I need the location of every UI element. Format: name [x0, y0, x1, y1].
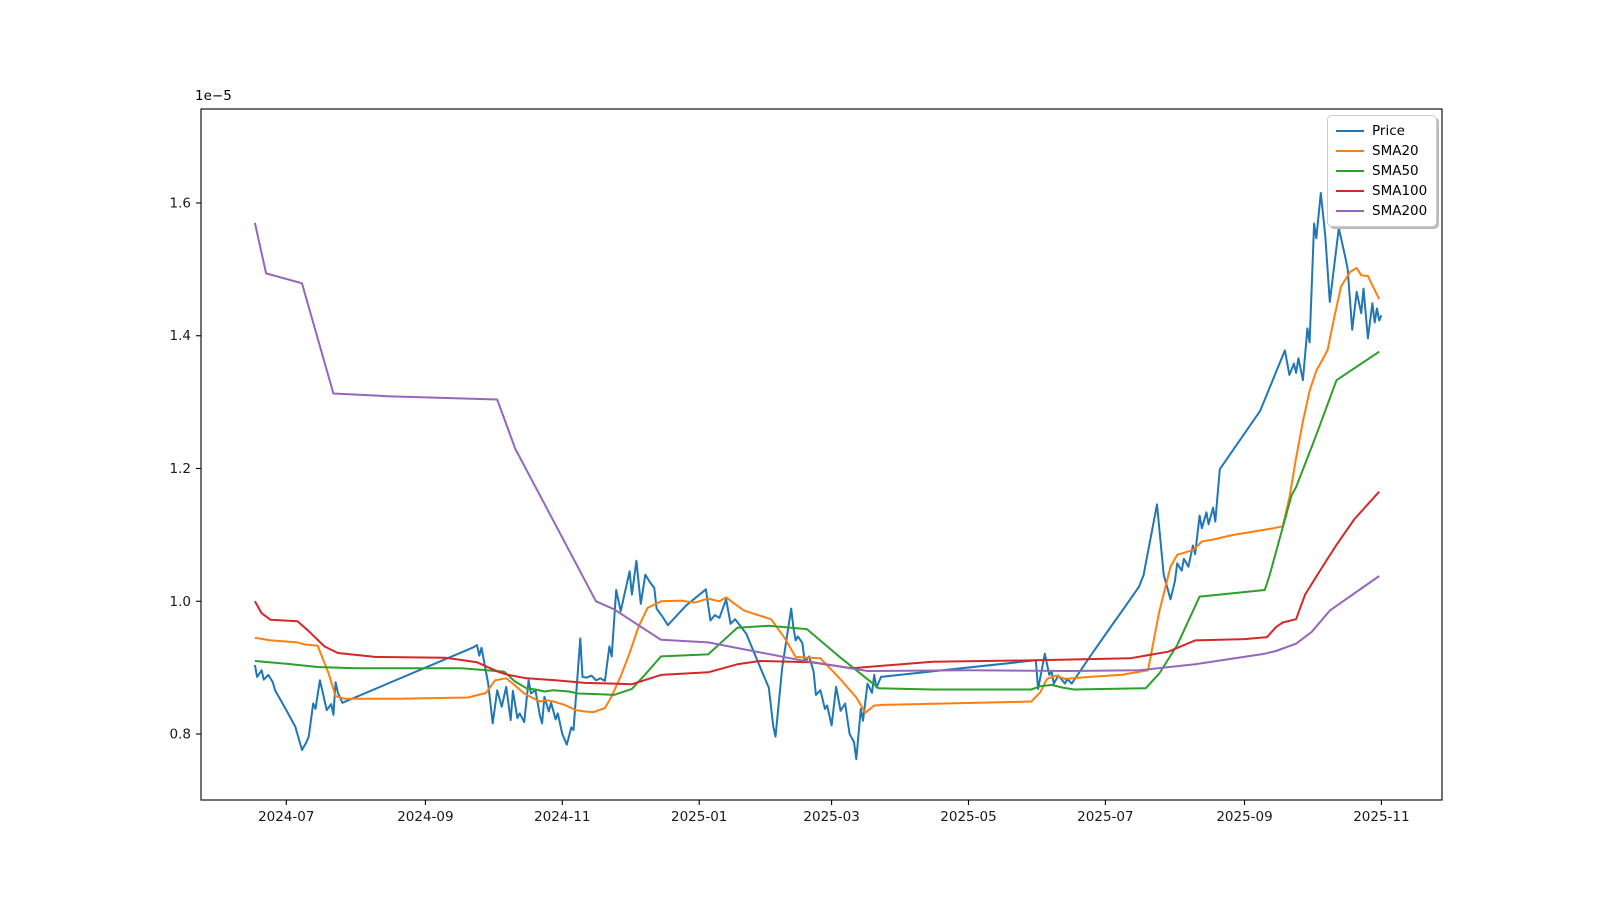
sma200-line [253, 222, 1380, 672]
x-tick-label: 2024-07 [258, 809, 314, 825]
y-tick-label: 1.2 [170, 461, 191, 477]
y-tick-label: 1.4 [170, 328, 191, 344]
x-tick-label: 2025-09 [1216, 809, 1272, 825]
sma20-line [254, 267, 1381, 714]
legend-entry-sma20: SMA20 [1336, 141, 1427, 161]
y-tick-label: 1.0 [170, 594, 191, 610]
legend-entry-price: Price [1336, 121, 1427, 141]
x-tick-label: 2025-03 [803, 809, 859, 825]
chart-figure: 2024-07 2024-09 2024-11 2025-01 2025-03 2025-… [0, 0, 1600, 900]
y-tick-label: 1.6 [170, 195, 191, 211]
sma50-line [254, 350, 1380, 696]
legend-line-sample-sma200 [1336, 210, 1364, 212]
legend-entry-sma50: SMA50 [1336, 161, 1427, 181]
legend-entry-sma100: SMA100 [1336, 181, 1427, 201]
x-tick-label: 2025-11 [1353, 809, 1409, 825]
legend-line-sample-sma20 [1336, 150, 1364, 152]
x-tick-label: 2024-11 [534, 809, 590, 825]
legend-line-sample-sma50 [1336, 170, 1364, 172]
legend-line-sample-price [1336, 130, 1364, 132]
x-tick-label: 2024-09 [397, 809, 453, 825]
y-axis-offset-label: 1e−5 [195, 88, 232, 104]
price-line [253, 192, 1383, 761]
legend-label: SMA100 [1372, 183, 1428, 199]
legend-label: SMA200 [1372, 203, 1428, 219]
legend-label: SMA20 [1372, 143, 1419, 159]
x-tick-label: 2025-05 [940, 809, 996, 825]
y-tick-label: 0.8 [170, 727, 191, 743]
legend-line-sample-sma100 [1336, 190, 1364, 192]
legend-label: Price [1372, 123, 1405, 139]
x-tick-label: 2025-07 [1077, 809, 1133, 825]
legend-entry-sma200: SMA200 [1336, 201, 1427, 221]
legend: Price SMA20 SMA50 SMA100 SMA200 [1327, 115, 1438, 227]
x-tick-label: 2025-01 [671, 809, 727, 825]
legend-label: SMA50 [1372, 163, 1419, 179]
